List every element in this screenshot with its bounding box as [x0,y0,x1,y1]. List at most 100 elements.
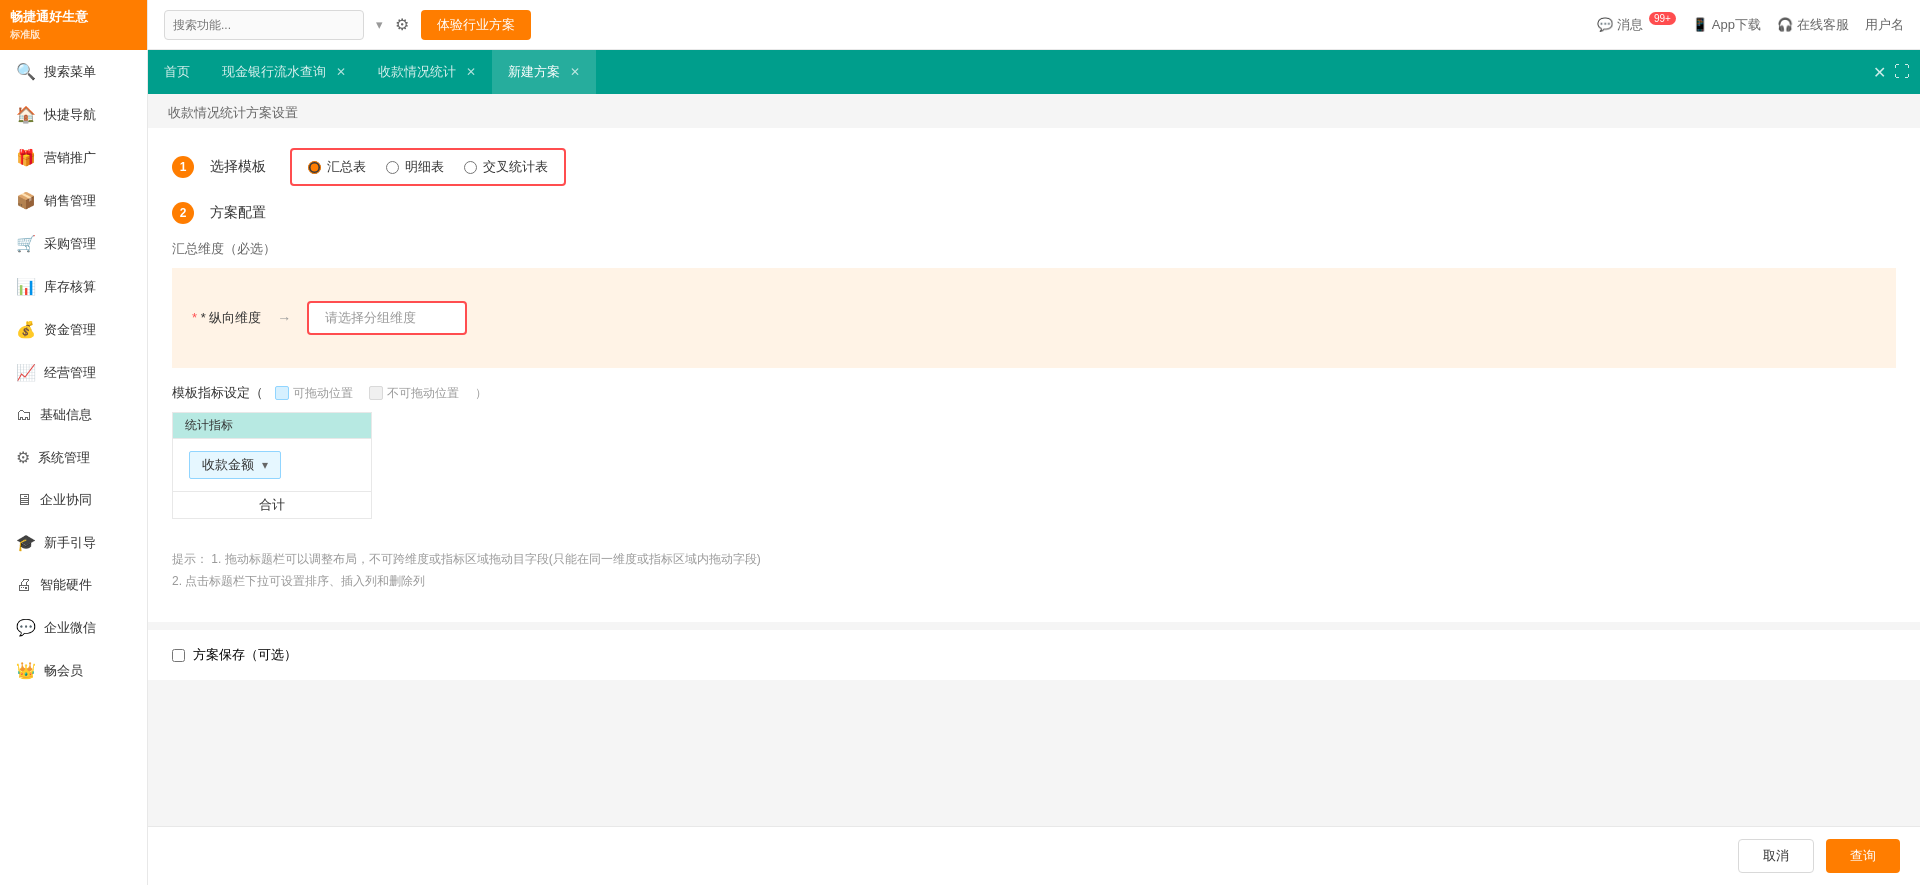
money-icon: 💰 [16,320,36,339]
radio-cross[interactable]: 交叉统计表 [464,158,548,176]
radio-summary-label[interactable]: 汇总表 [327,158,366,176]
sidebar-item-enterprise[interactable]: 🖥 企业协同 [0,479,147,521]
sidebar-label-sales: 销售管理 [44,192,96,210]
save-option: 方案保存（可选） [148,630,1920,680]
indicator-settings: 模板指标设定（ 可拖动位置 不可拖动位置 ） 统计指标 [172,384,1896,602]
tab-bar: 首页 现金银行流水查询 ✕ 收款情况统计 ✕ 新建方案 ✕ ✕ ⛶ [148,50,1920,94]
radio-detail-label[interactable]: 明细表 [405,158,444,176]
expand-icon[interactable]: ⛶ [1894,63,1910,81]
close-window-icon[interactable]: ✕ [1873,63,1886,82]
download-icon: 📱 [1692,17,1708,32]
query-button[interactable]: 查询 [1826,839,1900,873]
tab-new-plan[interactable]: 新建方案 ✕ [492,50,596,94]
legend-non-draggable: 不可拖动位置 [369,385,459,402]
chevron-down-icon[interactable]: ▾ [376,17,383,32]
monitor-icon: 🖥 [16,491,32,509]
arrow-right-icon: → [277,310,291,326]
step2-label: 方案配置 [210,204,266,222]
sidebar-item-finance[interactable]: 💰 资金管理 [0,308,147,351]
save-checkbox[interactable] [172,649,185,662]
step2-row: 2 方案配置 [172,202,1896,224]
sidebar-item-wechat[interactable]: 💬 企业微信 [0,606,147,649]
radio-detail[interactable]: 明细表 [386,158,444,176]
sidebar-item-quick-nav[interactable]: 🏠 快捷导航 [0,93,147,136]
legend-draggable-label: 可拖动位置 [293,385,353,402]
tip-text-2: 2. 点击标题栏下拉可设置排序、插入列和删除列 [172,571,425,593]
sidebar-label-enterprise: 企业协同 [40,491,92,509]
page-title: 收款情况统计方案设置 [148,94,1920,128]
cancel-button[interactable]: 取消 [1738,839,1814,873]
dimension-placeholder: 请选择分组维度 [325,309,416,327]
industry-button[interactable]: 体验行业方案 [421,10,531,40]
download-item[interactable]: 📱 App下载 [1692,16,1761,34]
sidebar-item-inventory[interactable]: 📊 库存核算 [0,265,147,308]
step1-number: 1 [172,156,194,178]
sidebar-item-member[interactable]: 👑 畅会员 [0,649,147,692]
stats-total: 合计 [173,491,371,518]
tab-bank[interactable]: 现金银行流水查询 ✕ [206,50,362,94]
content-area: 收款情况统计方案设置 1 选择模板 汇总表 明细表 [148,94,1920,826]
sidebar-item-system[interactable]: ⚙ 系统管理 [0,436,147,479]
chevron-down-icon: ▾ [262,458,268,472]
download-label: App下载 [1712,16,1761,34]
sidebar-item-search[interactable]: 🔍 搜索菜单 [0,50,147,93]
stats-section: 统计指标 收款金额 ▾ 合计 [172,412,372,519]
sidebar-item-operation[interactable]: 📈 经营管理 [0,351,147,394]
radio-cross-label[interactable]: 交叉统计表 [483,158,548,176]
indicator-label: 模板指标设定（ [172,384,263,402]
sidebar-item-marketing[interactable]: 🎁 营销推广 [0,136,147,179]
box-icon: 📦 [16,191,36,210]
home-icon: 🏠 [16,105,36,124]
tab-home[interactable]: 首页 [148,50,206,94]
indicator-close: ） [475,385,487,402]
support-label: 在线客服 [1797,16,1849,34]
stats-tag-amount[interactable]: 收款金额 ▾ [189,451,281,479]
form-section: 1 选择模板 汇总表 明细表 交叉统计表 [148,128,1920,622]
header-left: ▾ ⚙ 体验行业方案 [164,10,531,40]
message-item[interactable]: 💬 消息 99+ [1597,16,1676,34]
sidebar-item-basic[interactable]: 🗂 基础信息 [0,394,147,436]
sidebar-label-operation: 经营管理 [44,364,96,382]
sidebar-logo: 畅捷通好生意 标准版 [0,0,147,50]
sidebar-item-sales[interactable]: 📦 销售管理 [0,179,147,222]
sidebar-item-hardware[interactable]: 🖨 智能硬件 [0,564,147,606]
printer-icon: 🖨 [16,576,32,594]
tab-bar-actions: ✕ ⛶ [1873,63,1920,82]
support-item[interactable]: 🎧 在线客服 [1777,16,1849,34]
tab-stats[interactable]: 收款情况统计 ✕ [362,50,492,94]
dimension-area: * * 纵向维度 → 请选择分组维度 [172,268,1896,368]
logo-text: 畅捷通好生意 [10,8,88,26]
crown-icon: 👑 [16,661,36,680]
sidebar-label-hardware: 智能硬件 [40,576,92,594]
sidebar-item-guide[interactable]: 🎓 新手引导 [0,521,147,564]
tab-close-new-plan[interactable]: ✕ [570,65,580,79]
dimension-dropdown[interactable]: 请选择分组维度 [307,301,467,335]
search-input[interactable] [164,10,364,40]
user-name[interactable]: 用户名 [1865,16,1904,34]
sidebar-label-marketing: 营销推广 [44,149,96,167]
tab-close-bank[interactable]: ✕ [336,65,346,79]
header: ▾ ⚙ 体验行业方案 💬 消息 99+ 📱 App下载 🎧 在线客服 用户名 [148,0,1920,50]
sidebar-label-finance: 资金管理 [44,321,96,339]
tip-text-1: 提示： 1. 拖动标题栏可以调整布局，不可跨维度或指标区域拖动目字段(只能在同一… [172,549,761,571]
search-icon: 🔍 [16,62,36,81]
tab-close-stats[interactable]: ✕ [466,65,476,79]
legend-gray-box [369,386,383,400]
tips-section: 提示： 1. 拖动标题栏可以调整布局，不可跨维度或指标区域拖动目字段(只能在同一… [172,539,1896,602]
vertical-label: * * 纵向维度 [192,309,261,327]
wechat-icon: 💬 [16,618,36,637]
sidebar-item-purchase[interactable]: 🛒 采购管理 [0,222,147,265]
stats-section-header: 统计指标 [173,413,371,439]
tip-line-1: 提示： 1. 拖动标题栏可以调整布局，不可跨维度或指标区域拖动目字段(只能在同一… [172,549,1896,571]
section-divider [148,622,1920,630]
save-option-label[interactable]: 方案保存（可选） [193,646,297,664]
settings-icon[interactable]: ⚙ [395,15,409,34]
gift-icon: 🎁 [16,148,36,167]
sidebar-label-guide: 新手引导 [44,534,96,552]
sidebar-label-wechat: 企业微信 [44,619,96,637]
radio-summary[interactable]: 汇总表 [308,158,366,176]
cart-icon: 🛒 [16,234,36,253]
message-label: 消息 [1617,16,1643,34]
sidebar-label-quick-nav: 快捷导航 [44,106,96,124]
legend-non-draggable-label: 不可拖动位置 [387,385,459,402]
